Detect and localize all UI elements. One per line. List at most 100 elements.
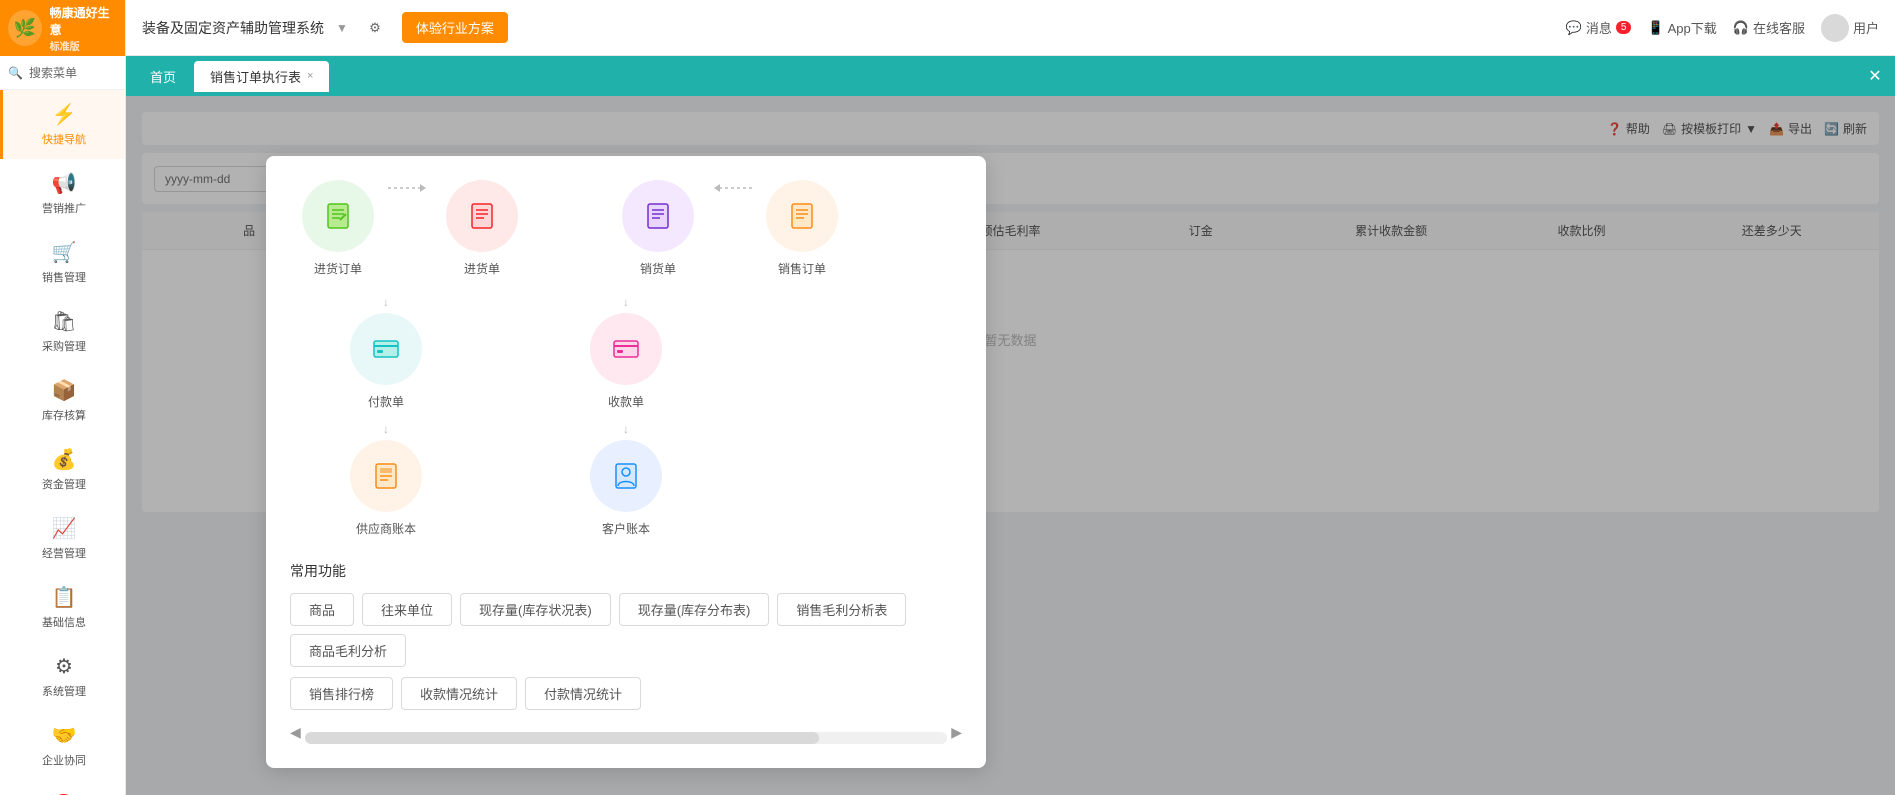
sidebar-item-operations[interactable]: 📈 经营管理 <box>0 504 125 573</box>
purchase-icon: 🛍 <box>51 309 76 334</box>
sidebar-item-basic-info[interactable]: 📋 基础信息 <box>0 573 125 642</box>
purchase-label: 进货单 <box>464 260 500 277</box>
workflow-row2: ↓ 付款单 ↓ <box>338 295 962 410</box>
sidebar-item-collab[interactable]: 🤝 企业协同 <box>0 711 125 780</box>
sales-order-label: 销售订单 <box>778 260 826 277</box>
tab-home-label: 首页 <box>150 67 176 86</box>
message-label: 消息 <box>1586 18 1612 37</box>
sales-order-icon <box>766 180 838 252</box>
sales-icon <box>622 180 694 252</box>
receipt-label: 收款单 <box>608 393 644 410</box>
sidebar-menu: ⚡ 快捷导航 📢 营销推广 🛒 销售管理 🛍 采购管理 📦 库存核算 💰 <box>0 90 125 795</box>
customer-ledger-icon <box>590 440 662 512</box>
flow-node-sales-order[interactable]: 销售订单 <box>766 180 838 277</box>
tabbar: 首页 销售订单执行表 × ✕ <box>126 56 1895 96</box>
topbar-right: 💬 消息 5 📱 App下载 🎧 在线客服 用户 <box>1566 14 1879 42</box>
sidebar-item-sales[interactable]: 🛒 销售管理 <box>0 228 125 297</box>
inventory-icon: 📦 <box>52 378 77 403</box>
common-btn-sales-analysis[interactable]: 销售毛利分析表 <box>777 593 906 626</box>
down-arrow-customer: ↓ <box>623 422 629 436</box>
sidebar-item-system[interactable]: ⚙ 系统管理 <box>0 642 125 711</box>
sidebar-item-guide[interactable]: 🎯 新手引导 <box>0 780 125 795</box>
customer-ledger-label: 客户账本 <box>602 520 650 537</box>
tab-home[interactable]: 首页 <box>134 61 192 92</box>
logo-sub: 标准版 <box>50 38 117 53</box>
experience-btn[interactable]: 体验行业方案 <box>402 12 508 43</box>
marketing-icon: 📢 <box>52 171 77 196</box>
common-btn-sales-rank[interactable]: 销售排行榜 <box>290 677 393 710</box>
settings-icon[interactable]: ⚙ <box>360 13 390 43</box>
sidebar-item-quick-nav[interactable]: ⚡ 快捷导航 <box>0 90 125 159</box>
sidebar-item-marketing[interactable]: 📢 营销推广 <box>0 159 125 228</box>
scroll-left-arrow[interactable]: ◀ <box>290 724 301 741</box>
quick-panel: 进货订单 进货单 <box>266 156 986 768</box>
flow-node-supplier-ledger[interactable]: 供应商账本 <box>350 440 422 537</box>
flow-node-purchase[interactable]: 进货单 <box>446 180 518 277</box>
flow-node-receipt[interactable]: 收款单 <box>590 313 662 410</box>
common-btn-stock-dist[interactable]: 现存量(库存分布表) <box>619 593 770 626</box>
purchase-icon <box>446 180 518 252</box>
system-dropdown[interactable]: ▼ <box>336 21 348 35</box>
modal-scrollbar[interactable] <box>305 732 947 744</box>
collab-icon: 🤝 <box>52 723 77 748</box>
scroll-right-arrow[interactable]: ▶ <box>951 724 962 741</box>
common-buttons-row1: 商品 往来单位 现存量(库存状况表) 现存量(库存分布表) 销售毛利分析表 商品… <box>290 593 962 667</box>
arrow-1 <box>386 180 434 228</box>
purchase-order-icon <box>302 180 374 252</box>
search-menu[interactable]: 🔍 搜索菜单 <box>0 56 125 90</box>
common-btn-payment-stat[interactable]: 付款情况统计 <box>525 677 641 710</box>
customer-col: ↓ 客户账本 <box>578 422 674 537</box>
receipt-icon <box>590 313 662 385</box>
common-btn-goods[interactable]: 商品 <box>290 593 354 626</box>
modal-scrollbar-thumb <box>305 732 819 744</box>
modal-scroll-row: ◀ ▶ <box>290 720 962 744</box>
sales-label: 销货单 <box>640 260 676 277</box>
sidebar-item-finance[interactable]: 💰 资金管理 <box>0 435 125 504</box>
common-buttons-row2: 销售排行榜 收款情况统计 付款情况统计 <box>290 677 962 710</box>
down-arrow-payment: ↓ <box>383 295 389 309</box>
sidebar-item-inventory[interactable]: 📦 库存核算 <box>0 366 125 435</box>
logo-text: 畅康通好生意 <box>50 4 117 38</box>
flow-node-payment[interactable]: 付款单 <box>350 313 422 410</box>
app-download-label: App下载 <box>1668 18 1717 37</box>
operations-icon: 📈 <box>52 516 77 541</box>
common-btn-goods-margin[interactable]: 商品毛利分析 <box>290 634 406 667</box>
user-avatar[interactable]: 用户 <box>1821 14 1879 42</box>
flow-node-purchase-order[interactable]: 进货订单 <box>302 180 374 277</box>
app-download-btn[interactable]: 📱 App下载 <box>1647 18 1716 37</box>
sidebar-item-purchase[interactable]: 🛍 采购管理 <box>0 297 125 366</box>
tabbar-close-btn[interactable]: ✕ <box>1863 64 1887 88</box>
message-icon: 💬 <box>1566 20 1582 36</box>
topbar: 装备及固定资产辅助管理系统 ▼ ⚙ 体验行业方案 💬 消息 5 📱 App下载 … <box>126 0 1895 56</box>
workflow-row3: ↓ 供应商账本 ↓ <box>338 422 962 537</box>
online-service-btn[interactable]: 🎧 在线客服 <box>1733 18 1805 37</box>
common-btn-receipt-stat[interactable]: 收款情况统计 <box>401 677 517 710</box>
payment-col: ↓ 付款单 <box>338 295 434 410</box>
common-btn-contacts[interactable]: 往来单位 <box>362 593 452 626</box>
message-btn[interactable]: 💬 消息 5 <box>1566 18 1632 37</box>
tab-close-icon[interactable]: × <box>307 70 313 82</box>
tab-sales-order[interactable]: 销售订单执行表 × <box>194 61 329 92</box>
common-btn-stock-status[interactable]: 现存量(库存状况表) <box>460 593 611 626</box>
sales-icon: 🛒 <box>52 240 77 265</box>
quick-nav-icon: ⚡ <box>52 102 77 127</box>
search-icon: 🔍 <box>8 66 23 80</box>
common-section: 常用功能 商品 往来单位 现存量(库存状况表) 现存量(库存分布表) 销售毛利分… <box>290 561 962 710</box>
arrow-2 <box>706 180 754 228</box>
flow-node-customer-ledger[interactable]: 客户账本 <box>590 440 662 537</box>
flow-node-sales[interactable]: 销货单 <box>622 180 694 277</box>
down-arrow-supplier: ↓ <box>383 422 389 436</box>
supplier-ledger-label: 供应商账本 <box>356 520 416 537</box>
down-arrow-receipt: ↓ <box>623 295 629 309</box>
purchase-order-label: 进货订单 <box>314 260 362 277</box>
main-content: 装备及固定资产辅助管理系统 ▼ ⚙ 体验行业方案 💬 消息 5 📱 App下载 … <box>126 0 1895 795</box>
system-name: 装备及固定资产辅助管理系统 <box>142 18 324 38</box>
finance-icon: 💰 <box>52 447 77 472</box>
payment-label: 付款单 <box>368 393 404 410</box>
sidebar-logo: 🌿 畅康通好生意 标准版 <box>0 0 125 56</box>
sidebar: 🌿 畅康通好生意 标准版 🔍 搜索菜单 ⚡ 快捷导航 📢 营销推广 🛒 销售管理 <box>0 0 126 795</box>
common-title: 常用功能 <box>290 561 962 581</box>
supplier-ledger-icon <box>350 440 422 512</box>
content-area: ❓ 帮助 🖨 按模板打印 ▼ 📤 导出 🔄 <box>126 96 1895 795</box>
workflow-section: 进货订单 进货单 <box>290 180 962 277</box>
